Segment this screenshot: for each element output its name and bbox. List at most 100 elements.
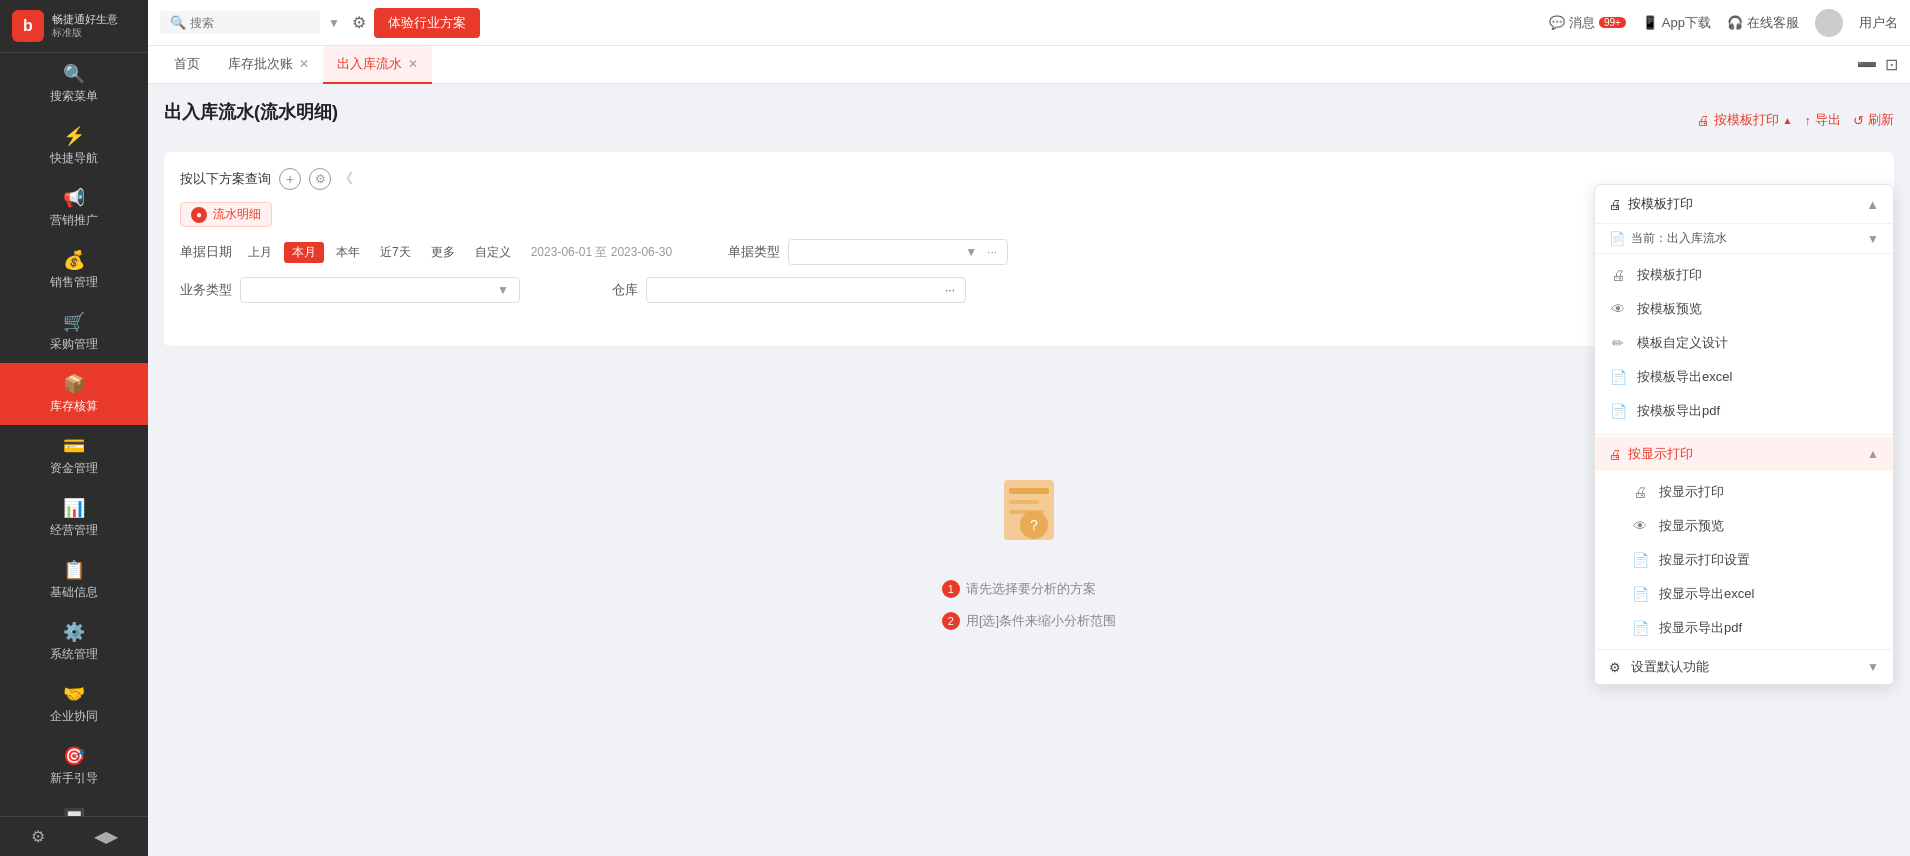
date-shortcut-7days[interactable]: 近7天 (372, 242, 419, 263)
tab-flow-label: 出入库流水 (337, 55, 402, 73)
sidebar-icon-quick-nav: ⚡ (63, 125, 85, 147)
sidebar-icon-purchase: 🛒 (63, 311, 85, 333)
topbar-dropdown-arrow[interactable]: ▼ (328, 16, 340, 30)
sidebar-item-search[interactable]: 🔍搜索菜单 (0, 53, 148, 115)
date-shortcut-this-year[interactable]: 本年 (328, 242, 368, 263)
tab-batch-account[interactable]: 库存批次账 ✕ (214, 46, 323, 84)
user-avatar[interactable] (1815, 9, 1843, 37)
date-shortcuts: 上月 本月 本年 近7天 更多 自定义 (240, 242, 519, 263)
dropdown-display-print-icon: 🖨 (1631, 484, 1649, 500)
sidebar-icon-finance: 💳 (63, 435, 85, 457)
topbar-gear-icon[interactable]: ⚙ (352, 13, 366, 32)
tab-flow-close[interactable]: ✕ (408, 57, 418, 71)
dropdown-item-template-preview[interactable]: 👁 按模板预览 (1595, 292, 1893, 326)
empty-tip-2: 2 用[选]条件来缩小分析范围 (942, 608, 1116, 634)
industry-btn[interactable]: 体验行业方案 (374, 8, 480, 38)
filter-date-label: 单据日期 (180, 243, 232, 261)
tab-maximize-btn[interactable]: ⊡ (1885, 55, 1898, 74)
sidebar-item-system[interactable]: ⚙️系统管理 (0, 611, 148, 673)
dropdown-item-template-print[interactable]: 🖨 按模板打印 (1595, 258, 1893, 292)
sidebar-label-operations: 经营管理 (50, 522, 98, 539)
dropdown-current-row: 📄 当前：出入库流水 ▼ (1595, 224, 1893, 254)
refresh-btn[interactable]: ↺ 刷新 (1853, 111, 1894, 129)
sidebar-item-purchase[interactable]: 🛒采购管理 (0, 301, 148, 363)
date-shortcut-custom[interactable]: 自定义 (467, 242, 519, 263)
dropdown-current-label: 当前：出入库流水 (1631, 230, 1727, 247)
sidebar-item-quick-nav[interactable]: ⚡ 快捷导航 (0, 115, 148, 177)
refresh-label: 刷新 (1868, 111, 1894, 129)
sidebar-bottom: ⚙ ◀▶ (0, 816, 148, 856)
date-shortcut-last-month[interactable]: 上月 (240, 242, 280, 263)
dropdown-item-display-pdf[interactable]: 📄 按显示导出pdf (1595, 611, 1893, 645)
sidebar-item-basic-info[interactable]: 📋基础信息 (0, 549, 148, 611)
filter-biz-type-select[interactable]: ▼ (240, 277, 520, 303)
filter-collapse-icon[interactable]: 《 (339, 170, 353, 188)
printer-icon: 🖨 (1697, 113, 1710, 128)
sidebar-item-operations[interactable]: 📊 经营管理 (0, 487, 148, 549)
filter-tag-label: 流水明细 (213, 206, 261, 223)
filter-tag-active[interactable]: ● 流水明细 (180, 202, 272, 227)
sidebar-settings-btn[interactable]: ⚙ (31, 827, 45, 846)
dropdown-item-display-print[interactable]: 🖨 按显示打印 (1595, 475, 1893, 509)
tab-home[interactable]: 首页 (160, 46, 214, 84)
sidebar-item-finance[interactable]: 💳资金管理 (0, 425, 148, 487)
topbar-message[interactable]: 💬 消息 99+ (1549, 14, 1626, 32)
dropdown-display-excel-label: 按显示导出excel (1659, 585, 1754, 603)
filter-warehouse-select[interactable]: ··· (646, 277, 966, 303)
export-label: 导出 (1815, 111, 1841, 129)
dropdown-item-display-settings[interactable]: 📄 按显示打印设置 (1595, 543, 1893, 577)
sidebar-collapse-btn[interactable]: ◀▶ (94, 827, 118, 846)
export-btn[interactable]: ↑ 导出 (1805, 111, 1842, 129)
sidebar-item-sales[interactable]: 💰销售管理 (0, 239, 148, 301)
tab-flow[interactable]: 出入库流水 ✕ (323, 46, 432, 84)
sidebar-item-marketing[interactable]: 📢营销推广 (0, 177, 148, 239)
sidebar-label-search: 搜索菜单 (50, 88, 98, 105)
sidebar-icon-operations: 📊 (63, 497, 85, 519)
dropdown-item-template-excel[interactable]: 📄 按模板导出excel (1595, 360, 1893, 394)
filter-date-field: 单据日期 上月 本月 本年 近7天 更多 自定义 2023-06-01 至 20… (180, 242, 672, 263)
filter-doc-type-select[interactable]: ▼ ··· (788, 239, 1008, 265)
search-input[interactable] (190, 16, 310, 30)
sidebar-item-app-center[interactable]: 🔲应用中心 (0, 797, 148, 816)
dropdown-item-display-excel[interactable]: 📄 按显示导出excel (1595, 577, 1893, 611)
sidebar-item-cooperation[interactable]: 🤝企业协同 (0, 673, 148, 735)
topbar-search-box[interactable]: 🔍 (160, 11, 320, 34)
dropdown-template-print-icon: 🖨 (1609, 267, 1627, 283)
sidebar-icon-cooperation: 🤝 (63, 683, 85, 705)
sidebar-item-inventory[interactable]: 📦库存核算 (0, 363, 148, 425)
page-title: 出入库流水(流水明细) (164, 100, 338, 124)
date-range-value: 2023-06-01 至 2023-06-30 (531, 244, 672, 261)
topbar-online-service[interactable]: 🎧 在线客服 (1727, 14, 1799, 32)
topbar-app-download[interactable]: 📱 App下载 (1642, 14, 1711, 32)
dropdown-display-section-header[interactable]: 🖨 按显示打印 ▲ (1595, 437, 1893, 471)
filter-add-btn[interactable]: + (279, 168, 301, 190)
tip-num-1: 1 (942, 580, 960, 598)
date-shortcut-this-month[interactable]: 本月 (284, 242, 324, 263)
template-print-btn[interactable]: 🖨 按模板打印 ▲ (1697, 111, 1793, 129)
filter-warehouse-field: 仓库 ··· (612, 277, 966, 303)
tab-minimize-btn[interactable]: ➖ (1857, 55, 1877, 74)
sidebar-label-basic-info: 基础信息 (50, 584, 98, 601)
filter-doc-type-more[interactable]: ··· (987, 245, 997, 259)
dropdown-title: 按模板打印 (1628, 195, 1693, 213)
dropdown-item-display-preview[interactable]: 👁 按显示预览 (1595, 509, 1893, 543)
message-icon: 💬 (1549, 15, 1565, 30)
sidebar-item-guide[interactable]: 🎯新手引导 (0, 735, 148, 797)
export-icon: ↑ (1805, 113, 1812, 128)
dropdown-item-template-pdf[interactable]: 📄 按模板导出pdf (1595, 394, 1893, 428)
sidebar-logo: b 畅捷通好生意 标准版 (0, 0, 148, 53)
message-badge: 99+ (1599, 17, 1626, 28)
filter-warehouse-more[interactable]: ··· (945, 283, 955, 297)
sidebar-icon-guide: 🎯 (63, 745, 85, 767)
dropdown-template-preview-icon: 👁 (1609, 301, 1627, 317)
filter-tag-icon: ● (191, 207, 207, 223)
sidebar-label-quick-nav: 快捷导航 (50, 150, 98, 167)
date-shortcut-more[interactable]: 更多 (423, 242, 463, 263)
page-header-actions: 🖨 按模板打印 ▲ ↑ 导出 ↺ 刷新 (1697, 111, 1894, 129)
dropdown-item-template-custom[interactable]: ✏ 模板自定义设计 (1595, 326, 1893, 360)
dropdown-default-section[interactable]: ⚙ 设置默认功能 ▼ (1595, 649, 1893, 684)
filter-settings-btn[interactable]: ⚙ (309, 168, 331, 190)
filter-doc-type-field: 单据类型 ▼ ··· (728, 239, 1008, 265)
dropdown-header-arrow[interactable]: ▲ (1866, 197, 1879, 212)
tab-batch-account-close[interactable]: ✕ (299, 57, 309, 71)
